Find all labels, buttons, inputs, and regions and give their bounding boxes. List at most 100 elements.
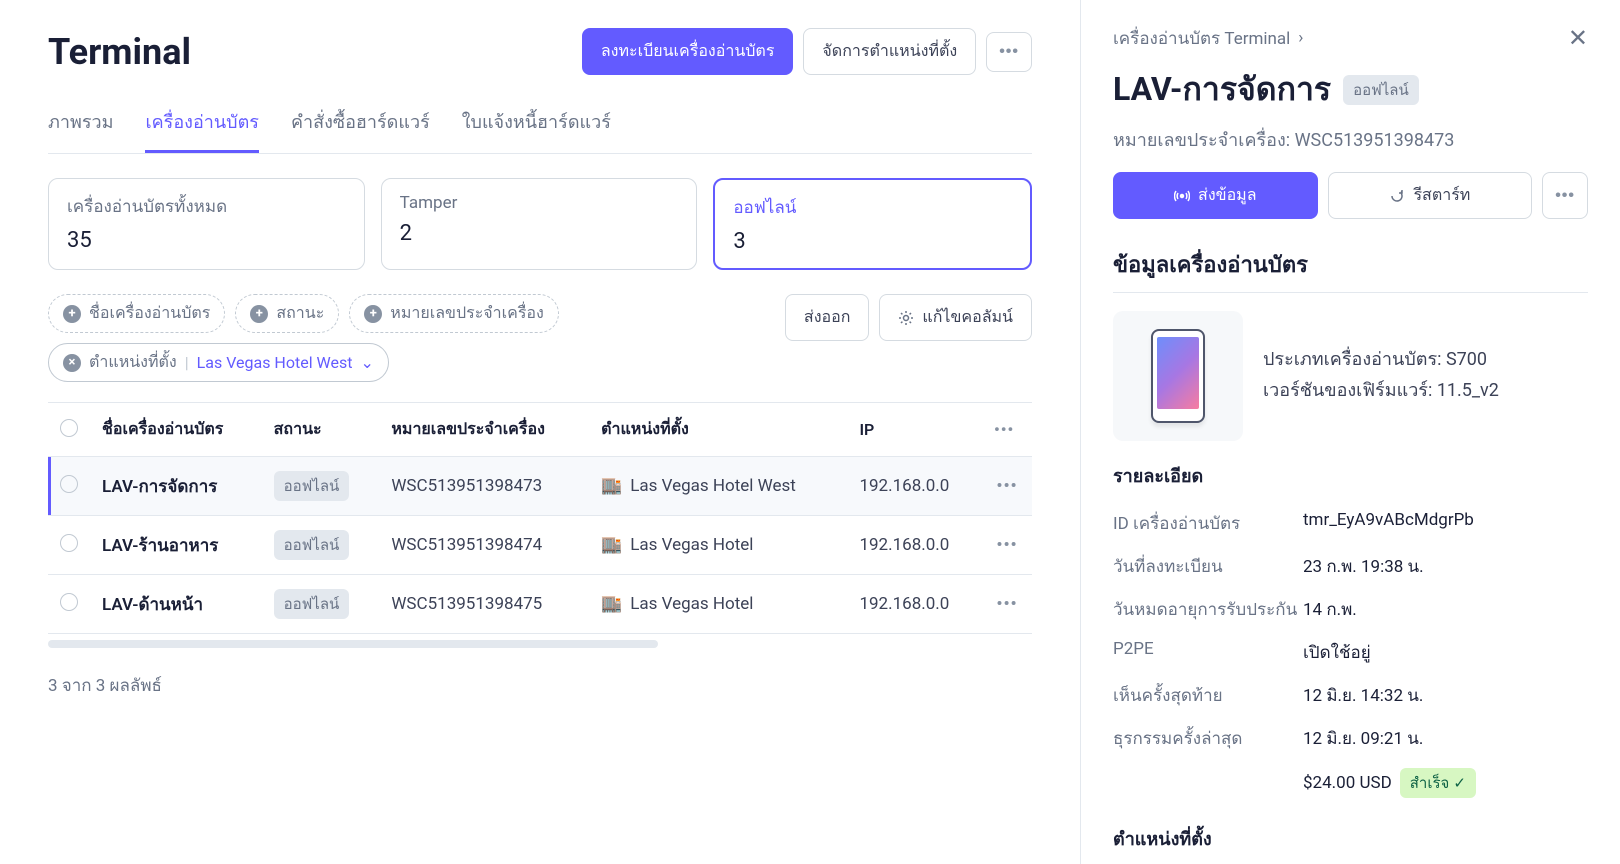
stat-value: 3 (733, 229, 1012, 254)
results-count: 3 จาก 3 ผลลัพธ์ (48, 672, 1032, 699)
tab-hardware-orders[interactable]: คำสั่งซื้อฮาร์ดแวร์ (291, 107, 430, 153)
table-row[interactable]: LAV-ด้านหน้าออฟไลน์WSC513951398475🏬Las V… (48, 575, 1032, 634)
plus-icon: + (364, 305, 382, 323)
toolbar: +ชื่อเครื่องอ่านบัตร + สถานะ + หมายเลขประจ… (48, 294, 1032, 382)
column-options-icon[interactable]: ••• (994, 420, 1014, 439)
register-reader-button[interactable]: ลงทะเบียนเครื่องอ่านบัตร (582, 28, 794, 75)
breadcrumb[interactable]: เครื่องอ่านบัตร Terminal › (1113, 25, 1303, 52)
header-actions: ลงทะเบียนเครื่องอ่านบัตร จัดการตำแหน่งที… (582, 28, 1032, 75)
device-type-value: S700 (1446, 349, 1487, 370)
stat-label: ออฟไลน์ (733, 194, 1012, 221)
row-location: 🏬Las Vegas Hotel (589, 575, 847, 634)
firmware-value: 11.5_v2 (1437, 380, 1499, 401)
page-header: Terminal ลงทะเบียนเครื่องอ่านบัตร จัดการ… (48, 28, 1032, 75)
th-ip[interactable]: IP (847, 403, 982, 457)
toolbar-actions: ส่งออก แก้ไขคอลัมน์ (785, 294, 1032, 341)
table-row[interactable]: LAV-การจัดการออฟไลน์WSC513951398473🏬Las … (48, 457, 1032, 516)
serial-label: หมายเลขประจำเครื่อง: (1113, 130, 1290, 151)
kv-row-warranty: วันหมดอายุการรับประกัน14 ก.พ. (1113, 588, 1588, 631)
chip-label: หมายเลขประจำเครื่อง (390, 301, 544, 326)
send-data-button[interactable]: ส่งข้อมูล (1113, 172, 1318, 219)
chip-label: สถานะ (276, 301, 324, 326)
tabs: ภาพรวม เครื่องอ่านบัตร คำสั่งซื้อฮาร์ดแว… (48, 107, 1032, 154)
kv-row-last-tx: ธุรกรรมครั้งล่าสุด12 มิ.ย. 09:21 น. (1113, 717, 1588, 760)
kv-row-id: ID เครื่องอ่านบัตรtmr_EyA9vABcMdgrPb (1113, 502, 1588, 545)
detail-actions: ส่งข้อมูล รีสตาร์ท ••• (1113, 172, 1588, 219)
ellipsis-icon: ••• (1555, 187, 1575, 205)
chevron-down-icon: ⌄ (360, 353, 373, 372)
row-actions-icon[interactable]: ••• (996, 535, 1017, 555)
more-actions-button[interactable]: ••• (986, 32, 1032, 72)
kv-key: ID เครื่องอ่านบัตร (1113, 510, 1303, 537)
horizontal-scrollbar[interactable] (48, 640, 658, 648)
stat-value: 2 (400, 221, 679, 246)
row-name: LAV-ร้านอาหาร (102, 536, 218, 556)
th-location[interactable]: ตำแหน่งที่ตั้ง (589, 403, 847, 457)
export-button[interactable]: ส่งออก (785, 294, 869, 341)
row-checkbox[interactable] (60, 593, 78, 611)
detail-panel: เครื่องอ่านบัตร Terminal › ✕ LAV-การจัดก… (1080, 0, 1620, 864)
stat-label: เครื่องอ่านบัตรทั้งหมด (67, 193, 346, 220)
tx-status-badge: สำเร็จ ✓ (1400, 768, 1476, 798)
filter-chip-location[interactable]: × ตำแหน่งที่ตั้ง | Las Vegas Hotel West … (48, 343, 389, 382)
th-name[interactable]: ชื่อเครื่องอ่านบัตร (90, 403, 262, 457)
th-status[interactable]: สถานะ (262, 403, 380, 457)
kv-val: 23 ก.พ. 19:38 น. (1303, 553, 1588, 580)
edit-columns-button[interactable]: แก้ไขคอลัมน์ (879, 294, 1032, 341)
row-location: 🏬Las Vegas Hotel West (589, 457, 847, 516)
kv-val: tmr_EyA9vABcMdgrPb (1303, 510, 1588, 537)
filter-chip-status[interactable]: + สถานะ (235, 294, 339, 333)
stat-card-offline[interactable]: ออฟไลน์ 3 (713, 178, 1032, 270)
tab-hardware-invoices[interactable]: ใบแจ้งหนี้ฮาร์ดแวร์ (462, 107, 611, 153)
filter-chip-serial[interactable]: + หมายเลขประจำเครื่อง (349, 294, 559, 333)
edit-columns-label: แก้ไขคอลัมน์ (922, 305, 1013, 330)
row-location: 🏬Las Vegas Hotel (589, 516, 847, 575)
row-ip: 192.168.0.0 (847, 457, 982, 516)
kv-row-registered: วันที่ลงทะเบียน23 ก.พ. 19:38 น. (1113, 545, 1588, 588)
breadcrumb-row: เครื่องอ่านบัตร Terminal › ✕ (1113, 24, 1588, 52)
restart-label: รีสตาร์ท (1413, 183, 1470, 208)
close-icon[interactable]: ✕ (1568, 24, 1588, 52)
tab-overview[interactable]: ภาพรวม (48, 107, 113, 153)
firmware-label: เวอร์ชันของเฟิร์มแวร์: (1263, 380, 1432, 401)
th-serial[interactable]: หมายเลขประจำเครื่อง (379, 403, 589, 457)
close-icon: × (63, 354, 81, 372)
device-info: ประเภทเครื่องอ่านบัตร: S700 เวอร์ชันของเ… (1263, 345, 1499, 406)
kv-key: วันที่ลงทะเบียน (1113, 553, 1303, 580)
serial-line: หมายเลขประจำเครื่อง: WSC513951398473 (1113, 125, 1588, 154)
restart-button[interactable]: รีสตาร์ท (1328, 172, 1533, 219)
kv-val: เปิดใช้อยู่ (1303, 639, 1588, 666)
stat-card-all[interactable]: เครื่องอ่านบัตรทั้งหมด 35 (48, 178, 365, 270)
detail-more-button[interactable]: ••• (1542, 172, 1588, 219)
kv-val: $24.00 USD สำเร็จ ✓ (1303, 768, 1588, 798)
row-actions-icon[interactable]: ••• (996, 594, 1017, 614)
chevron-right-icon: › (1298, 28, 1303, 48)
kv-key: เห็นครั้งสุดท้าย (1113, 682, 1303, 709)
row-status-badge: ออฟไลน์ (274, 589, 350, 619)
table-row[interactable]: LAV-ร้านอาหารออฟไลน์WSC513951398474🏬Las … (48, 516, 1032, 575)
status-badge: ออฟไลน์ (1343, 75, 1419, 105)
row-checkbox[interactable] (60, 534, 78, 552)
plus-icon: + (250, 305, 268, 323)
plus-icon: + (63, 305, 81, 323)
manage-locations-button[interactable]: จัดการตำแหน่งที่ตั้ง (803, 28, 976, 75)
page-title: Terminal (48, 31, 191, 73)
row-actions-icon[interactable]: ••• (996, 476, 1017, 496)
kv-val: 12 มิ.ย. 09:21 น. (1303, 725, 1588, 752)
gear-icon (898, 310, 914, 326)
broadcast-icon (1174, 188, 1190, 204)
row-checkbox[interactable] (60, 475, 78, 493)
filter-chip-reader-name[interactable]: +ชื่อเครื่องอ่านบัตร (48, 294, 225, 333)
select-all-checkbox[interactable] (60, 419, 78, 437)
device-type-label: ประเภทเครื่องอ่านบัตร: (1263, 349, 1441, 370)
tab-readers[interactable]: เครื่องอ่านบัตร (145, 107, 258, 153)
readers-table: ชื่อเครื่องอ่านบัตร สถานะ หมายเลขประจำเค… (48, 403, 1032, 634)
row-status-badge: ออฟไลน์ (274, 471, 350, 501)
main-panel: Terminal ลงทะเบียนเครื่องอ่านบัตร จัดการ… (0, 0, 1080, 864)
chip-value: Las Vegas Hotel West (197, 353, 353, 372)
stat-card-tamper[interactable]: Tamper 2 (381, 178, 698, 270)
device-row: ประเภทเครื่องอ่านบัตร: S700 เวอร์ชันของเ… (1113, 311, 1588, 441)
details-heading: รายละเอียด (1113, 461, 1588, 490)
stat-label: Tamper (400, 193, 679, 213)
tx-amount: $24.00 USD (1303, 773, 1392, 793)
